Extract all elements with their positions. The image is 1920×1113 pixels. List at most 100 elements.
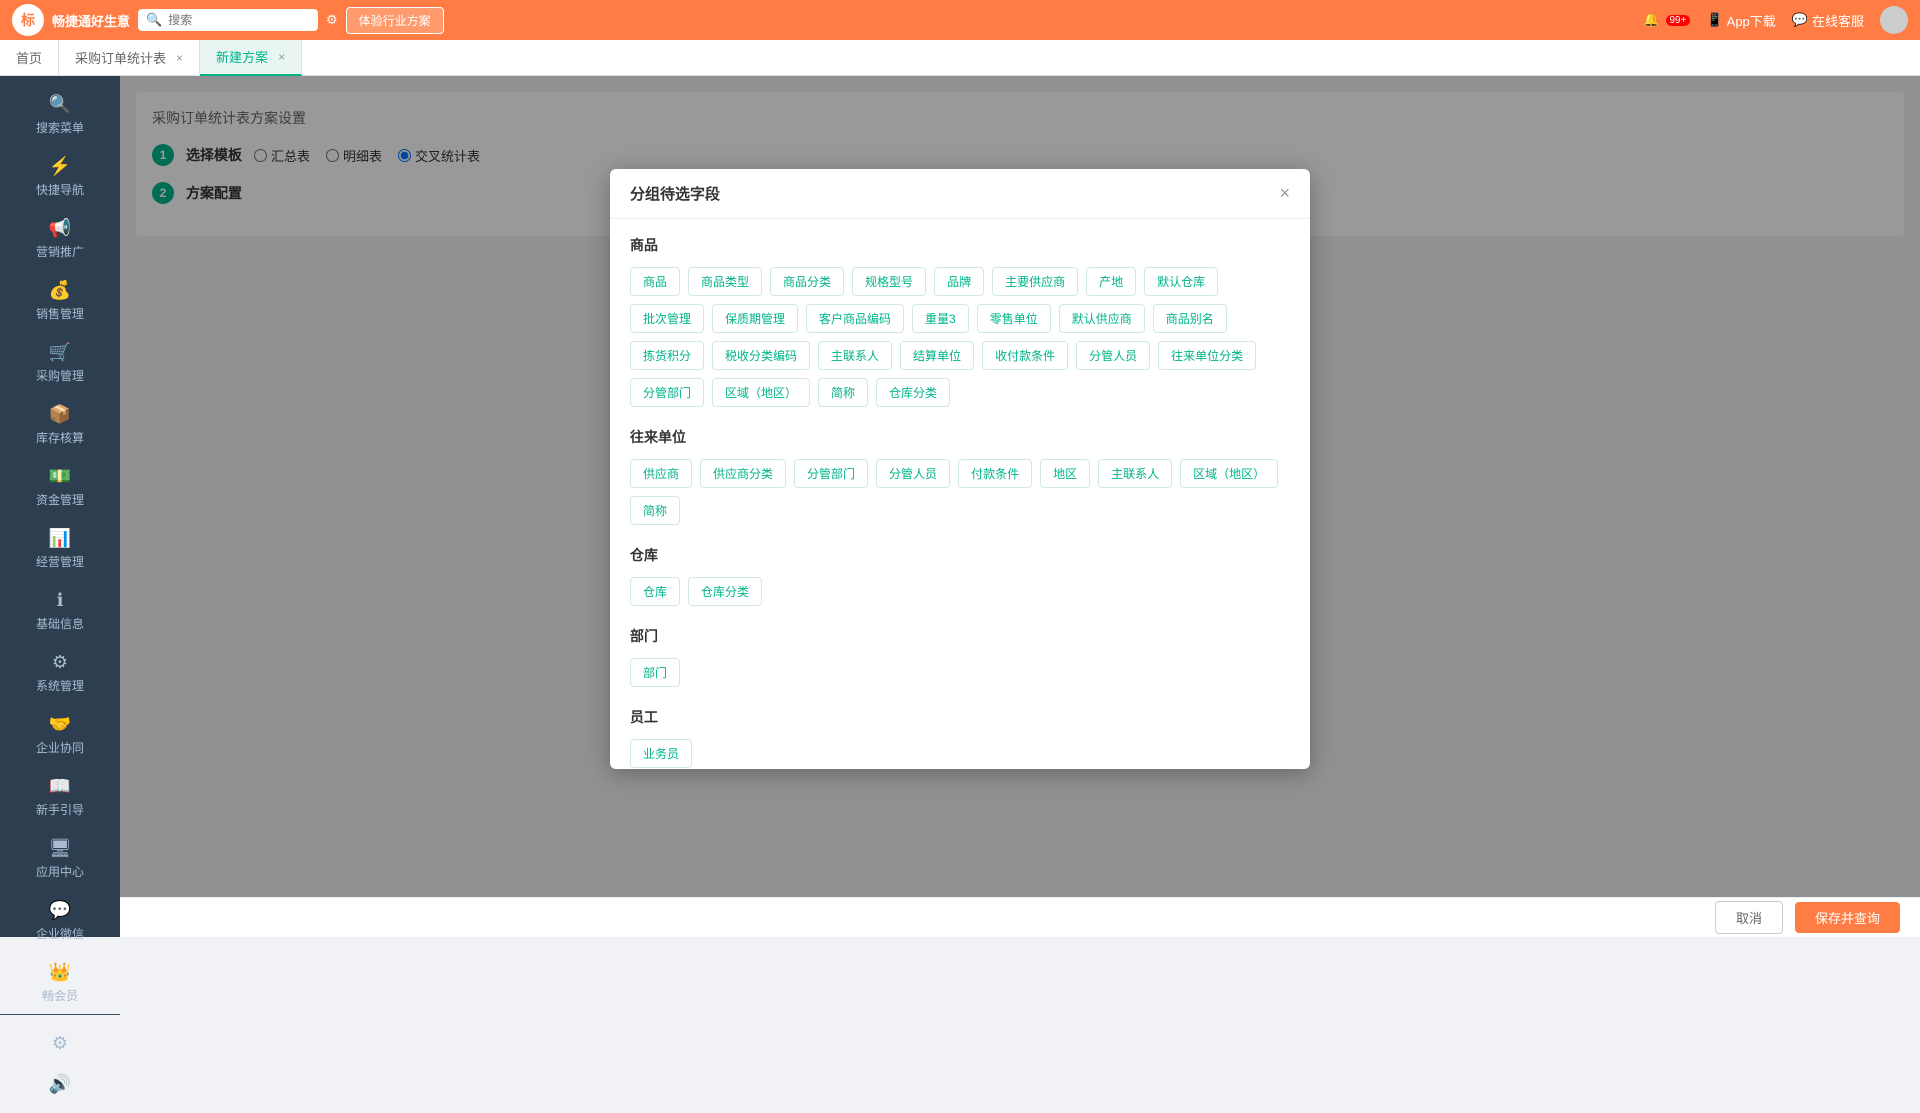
field-tag-0-7[interactable]: 默认仓库 (1144, 267, 1218, 296)
field-tag-0-24[interactable]: 简称 (818, 378, 868, 407)
tab-purchase-stats[interactable]: 采购订单统计表 × (59, 40, 200, 76)
search-input[interactable] (168, 13, 310, 27)
tab-close-purchase[interactable]: × (176, 51, 183, 65)
field-section-1: 往来单位供应商供应商分类分管部门分管人员付款条件地区主联系人区域（地区） 简称 (630, 427, 1290, 525)
field-tag-0-2[interactable]: 商品分类 (770, 267, 844, 296)
sidebar-item-member[interactable]: 👑 畅会员 (0, 952, 120, 1014)
guide-icon: 📖 (49, 776, 71, 797)
sidebar-item-purchase[interactable]: 🛒 采购管理 (0, 332, 120, 394)
field-tag-2-1[interactable]: 仓库分类 (688, 577, 762, 606)
field-tag-0-22[interactable]: 分管部门 (630, 378, 704, 407)
field-tag-0-21[interactable]: 往来单位分类 (1158, 341, 1256, 370)
field-grid-1: 供应商供应商分类分管部门分管人员付款条件地区主联系人区域（地区） 简称 (630, 459, 1290, 525)
sidebar-item-business[interactable]: 📊 经营管理 (0, 518, 120, 580)
sidebar-volume-btn[interactable]: 🔊 (0, 1064, 120, 1105)
field-tag-0-8[interactable]: 批次管理 (630, 304, 704, 333)
notification-icon: 🔔 (1643, 12, 1659, 28)
sidebar-settings-btn[interactable]: ⚙ (0, 1023, 120, 1064)
app-center-icon: 🖥 (49, 838, 72, 859)
sidebar-item-inventory[interactable]: 📦 库存核算 (0, 394, 120, 456)
business-icon: 📊 (49, 528, 71, 549)
search-menu-icon: 🔍 (49, 94, 71, 115)
logo-icon: 标 (12, 4, 44, 36)
field-tag-1-6[interactable]: 主联系人 (1098, 459, 1172, 488)
field-tag-0-5[interactable]: 主要供应商 (992, 267, 1078, 296)
sidebar-item-app-center[interactable]: 🖥 应用中心 (0, 828, 120, 890)
field-tag-3-0[interactable]: 部门 (630, 658, 680, 687)
field-tag-0-18[interactable]: 结算单位 (900, 341, 974, 370)
field-tag-0-15[interactable]: 拣货积分 (630, 341, 704, 370)
field-tag-4-0[interactable]: 业务员 (630, 739, 692, 768)
field-grid-0: 商品商品类型商品分类规格型号品牌主要供应商产地默认仓库批次管理保质期管理客户商品… (630, 267, 1290, 407)
field-tag-2-0[interactable]: 仓库 (630, 577, 680, 606)
field-tag-0-13[interactable]: 默认供应商 (1059, 304, 1145, 333)
settings-icon[interactable]: ⚙ (326, 12, 338, 28)
field-tag-0-16[interactable]: 税收分类编码 (712, 341, 810, 370)
field-tag-1-5[interactable]: 地区 (1040, 459, 1090, 488)
modal-title: 分组待选字段 (630, 183, 720, 204)
sidebar-bottom: ⚙ 🔊 (0, 1014, 120, 1113)
field-section-3: 部门部门 (630, 626, 1290, 687)
sidebar-item-sales[interactable]: 💰 销售管理 (0, 270, 120, 332)
field-tag-0-11[interactable]: 重量3 (912, 304, 969, 333)
field-tag-1-3[interactable]: 分管人员 (876, 459, 950, 488)
field-tag-0-1[interactable]: 商品类型 (688, 267, 762, 296)
field-tag-0-12[interactable]: 零售单位 (977, 304, 1051, 333)
field-tag-0-19[interactable]: 收付款条件 (982, 341, 1068, 370)
field-tag-0-25[interactable]: 仓库分类 (876, 378, 950, 407)
sidebar-item-finance[interactable]: 💵 资金管理 (0, 456, 120, 518)
field-tag-0-3[interactable]: 规格型号 (852, 267, 926, 296)
tab-home[interactable]: 首页 (0, 40, 59, 76)
sidebar-item-system[interactable]: ⚙ 系统管理 (0, 642, 120, 704)
sidebar-item-guide[interactable]: 📖 新手引导 (0, 766, 120, 828)
modal-body[interactable]: 商品商品商品类型商品分类规格型号品牌主要供应商产地默认仓库批次管理保质期管理客户… (610, 219, 1310, 769)
search-bar[interactable]: 🔍 (138, 9, 318, 31)
sidebar-item-basic-info[interactable]: ℹ 基础信息 (0, 580, 120, 642)
sidebar: 🔍 搜索菜单 ⚡ 快捷导航 📢 营销推广 💰 销售管理 🛒 采购管理 📦 库存核… (0, 76, 120, 937)
sidebar-item-wechat[interactable]: 💬 企业微信 (0, 890, 120, 952)
tab-close-new-plan[interactable]: × (278, 50, 285, 64)
sales-icon: 💰 (49, 280, 71, 301)
field-grid-3: 部门 (630, 658, 1290, 687)
field-grid-4: 业务员 (630, 739, 1290, 768)
field-tag-0-6[interactable]: 产地 (1086, 267, 1136, 296)
header-right: 🔔 99+ 📱 App下载 💬 在线客服 (1643, 6, 1908, 34)
field-tag-1-0[interactable]: 供应商 (630, 459, 692, 488)
online-service-btn[interactable]: 💬 在线客服 (1792, 11, 1864, 30)
modal-close-btn[interactable]: × (1279, 183, 1290, 204)
field-tag-1-4[interactable]: 付款条件 (958, 459, 1032, 488)
modal-dialog: 分组待选字段 × 商品商品商品类型商品分类规格型号品牌主要供应商产地默认仓库批次… (610, 169, 1310, 769)
field-tag-0-0[interactable]: 商品 (630, 267, 680, 296)
sidebar-item-collab[interactable]: 🤝 企业协同 (0, 704, 120, 766)
field-tag-1-1[interactable]: 供应商分类 (700, 459, 786, 488)
field-tag-0-14[interactable]: 商品别名 (1153, 304, 1227, 333)
tab-new-plan[interactable]: 新建方案 × (200, 40, 302, 76)
section-title-3: 部门 (630, 626, 1290, 646)
member-icon: 👑 (49, 962, 71, 983)
user-avatar[interactable] (1880, 6, 1908, 34)
field-tag-1-2[interactable]: 分管部门 (794, 459, 868, 488)
field-tag-1-8[interactable]: 简称 (630, 496, 680, 525)
field-tag-0-10[interactable]: 客户商品编码 (806, 304, 904, 333)
sidebar-item-search[interactable]: 🔍 搜索菜单 (0, 84, 120, 146)
app-download-btn[interactable]: 📱 App下载 (1706, 11, 1775, 30)
volume-icon: 🔊 (49, 1074, 71, 1095)
field-tag-0-20[interactable]: 分管人员 (1076, 341, 1150, 370)
experience-btn[interactable]: 体验行业方案 (346, 7, 444, 34)
sidebar-item-quick-nav[interactable]: ⚡ 快捷导航 (0, 146, 120, 208)
field-tag-0-9[interactable]: 保质期管理 (712, 304, 798, 333)
field-section-2: 仓库仓库仓库分类 (630, 545, 1290, 606)
field-tag-1-7[interactable]: 区域（地区） (1180, 459, 1278, 488)
section-title-1: 往来单位 (630, 427, 1290, 447)
field-tag-0-4[interactable]: 品牌 (934, 267, 984, 296)
modal-header: 分组待选字段 × (610, 169, 1310, 219)
sidebar-item-marketing[interactable]: 📢 营销推广 (0, 208, 120, 270)
field-tag-0-17[interactable]: 主联系人 (818, 341, 892, 370)
field-tag-0-23[interactable]: 区域（地区） (712, 378, 810, 407)
confirm-button[interactable]: 保存并查询 (1795, 902, 1900, 933)
section-title-4: 员工 (630, 707, 1290, 727)
cancel-button[interactable]: 取消 (1715, 901, 1783, 934)
field-grid-2: 仓库仓库分类 (630, 577, 1290, 606)
gear-bottom-icon: ⚙ (52, 1033, 68, 1054)
notification-btn[interactable]: 🔔 99+ (1643, 12, 1690, 28)
